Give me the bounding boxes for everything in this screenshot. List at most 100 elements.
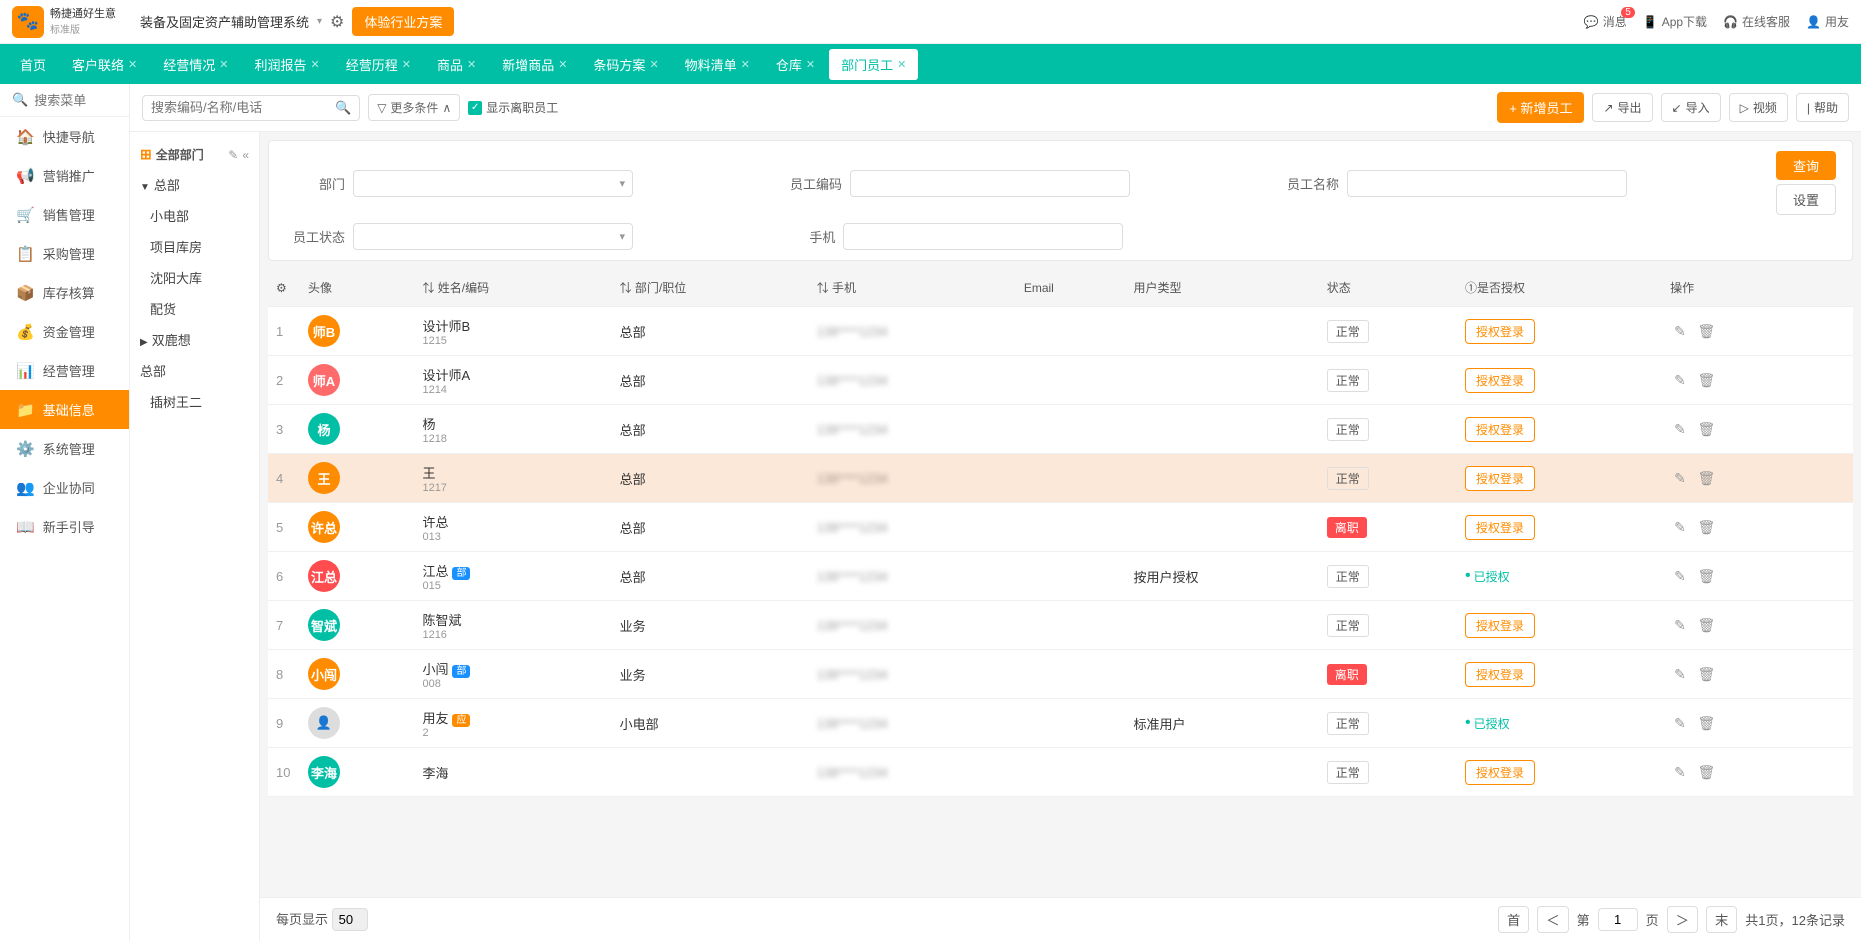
- edit-btn[interactable]: ✎: [1670, 615, 1690, 636]
- edit-btn[interactable]: ✎: [1670, 664, 1690, 685]
- per-page-select[interactable]: 50 100 200: [332, 908, 368, 931]
- dept-item-shuanglu[interactable]: ▶双鹿想: [130, 324, 259, 355]
- tab-goods[interactable]: 商品 ✕: [425, 49, 488, 80]
- tab-employees[interactable]: 部门员工 ✕: [829, 49, 918, 80]
- auth-btn[interactable]: 授权登录: [1465, 760, 1535, 785]
- filter-status-select[interactable]: [353, 223, 633, 250]
- tab-bom[interactable]: 物料清单 ✕: [673, 49, 762, 80]
- edit-btn[interactable]: ✎: [1670, 713, 1690, 734]
- col-phone[interactable]: ⇅ 手机: [809, 269, 1016, 307]
- online-service-btn[interactable]: 🎧 在线客服: [1723, 13, 1790, 30]
- col-dept[interactable]: ⇅ 部门/职位: [612, 269, 809, 307]
- tab-profit[interactable]: 利润报告 ✕: [242, 49, 331, 80]
- dept-item-xiangmu[interactable]: 项目库房: [130, 231, 259, 262]
- edit-btn[interactable]: ✎: [1670, 321, 1690, 342]
- tab-employees-close[interactable]: ✕: [897, 58, 906, 71]
- tab-profit-close[interactable]: ✕: [311, 58, 320, 71]
- help-button[interactable]: | 帮助: [1796, 93, 1849, 122]
- tab-operations[interactable]: 经营情况 ✕: [151, 49, 240, 80]
- dept-edit-btn[interactable]: ✎: [228, 148, 238, 162]
- tab-new-goods[interactable]: 新增商品 ✕: [490, 49, 579, 80]
- tab-goods-close[interactable]: ✕: [467, 58, 476, 71]
- auth-btn[interactable]: 授权登录: [1465, 417, 1535, 442]
- sidebar-item-purchase[interactable]: 📋 采购管理: [0, 234, 129, 273]
- query-button[interactable]: 查询: [1776, 151, 1836, 180]
- tab-barcode-close[interactable]: ✕: [649, 58, 658, 71]
- page-input[interactable]: [1598, 908, 1638, 931]
- filter-emp-code-input[interactable]: [850, 170, 1130, 197]
- system-dropdown-arrow[interactable]: ▾: [317, 16, 322, 27]
- last-page-btn[interactable]: 末: [1706, 906, 1737, 933]
- delete-btn[interactable]: 🗑: [1694, 419, 1720, 440]
- auth-btn[interactable]: 授权登录: [1465, 368, 1535, 393]
- delete-btn[interactable]: 🗑: [1694, 468, 1720, 489]
- export-button[interactable]: ↗ 导出: [1592, 93, 1652, 122]
- tab-history[interactable]: 经营历程 ✕: [334, 49, 423, 80]
- next-page-btn[interactable]: ＞: [1667, 906, 1698, 933]
- delete-btn[interactable]: 🗑: [1694, 713, 1720, 734]
- delete-btn[interactable]: 🗑: [1694, 762, 1720, 783]
- settings-button[interactable]: ⚙: [330, 12, 344, 32]
- tab-history-close[interactable]: ✕: [402, 58, 411, 71]
- tab-warehouse-close[interactable]: ✕: [806, 58, 815, 71]
- auth-btn[interactable]: 授权登录: [1465, 613, 1535, 638]
- delete-btn[interactable]: 🗑: [1694, 321, 1720, 342]
- dept-item-peihuo[interactable]: 配货: [130, 293, 259, 324]
- delete-btn[interactable]: 🗑: [1694, 566, 1720, 587]
- edit-btn[interactable]: ✎: [1670, 517, 1690, 538]
- trial-button[interactable]: 体验行业方案: [352, 7, 454, 36]
- col-settings[interactable]: ⚙: [268, 269, 300, 307]
- show-resigned-toggle[interactable]: ✓ 显示离职员工: [468, 99, 558, 116]
- sidebar-item-finance[interactable]: 💰 资金管理: [0, 312, 129, 351]
- dept-item-zongshu-1[interactable]: ▼总部: [130, 169, 259, 200]
- dept-item-chashuwang[interactable]: 插树王二: [130, 386, 259, 417]
- edit-btn[interactable]: ✎: [1670, 419, 1690, 440]
- dept-item-xiaodibu[interactable]: 小电部: [130, 200, 259, 231]
- sidebar-item-operations[interactable]: 📊 经营管理: [0, 351, 129, 390]
- sidebar-item-system[interactable]: ⚙️ 系统管理: [0, 429, 129, 468]
- set-button[interactable]: 设置: [1776, 184, 1836, 215]
- auth-btn[interactable]: 授权登录: [1465, 319, 1535, 344]
- tab-home[interactable]: 首页: [8, 49, 58, 80]
- auth-btn[interactable]: 授权登录: [1465, 662, 1535, 687]
- sidebar-item-sales[interactable]: 🛒 销售管理: [0, 195, 129, 234]
- auth-btn[interactable]: 授权登录: [1465, 466, 1535, 491]
- sidebar-item-collab[interactable]: 👥 企业协同: [0, 468, 129, 507]
- edit-btn[interactable]: ✎: [1670, 468, 1690, 489]
- more-filter-btn[interactable]: ▽ 更多条件 ∧: [368, 94, 460, 121]
- col-name[interactable]: ⇅ 姓名/编码: [414, 269, 611, 307]
- sidebar-search-input[interactable]: [34, 93, 130, 108]
- tab-customer[interactable]: 客户联络 ✕: [60, 49, 149, 80]
- first-page-btn[interactable]: 首: [1498, 906, 1529, 933]
- prev-page-btn[interactable]: ＜: [1537, 906, 1568, 933]
- user-btn[interactable]: 👤 用友: [1806, 13, 1849, 30]
- sidebar-item-marketing[interactable]: 📢 营销推广: [0, 156, 129, 195]
- delete-btn[interactable]: 🗑: [1694, 370, 1720, 391]
- delete-btn[interactable]: 🗑: [1694, 517, 1720, 538]
- dept-item-zongshu-2[interactable]: 总部: [130, 355, 259, 386]
- sidebar-item-quick-nav[interactable]: 🏠 快捷导航: [0, 117, 129, 156]
- add-employee-button[interactable]: + 新增员工: [1497, 92, 1584, 123]
- filter-emp-name-input[interactable]: [1347, 170, 1627, 197]
- tab-bom-close[interactable]: ✕: [741, 58, 750, 71]
- settings-icon[interactable]: ⚙: [276, 281, 287, 295]
- dept-collapse-btn[interactable]: «: [242, 148, 249, 162]
- video-button[interactable]: ▷ 视频: [1729, 93, 1788, 122]
- sidebar-item-basic-info[interactable]: 📁 基础信息: [0, 390, 129, 429]
- message-btn[interactable]: 💬 消息 5: [1584, 13, 1627, 30]
- filter-dept-select[interactable]: [353, 170, 633, 197]
- tab-operations-close[interactable]: ✕: [219, 58, 228, 71]
- dept-item-shenyang[interactable]: 沈阳大库: [130, 262, 259, 293]
- import-button[interactable]: ↙ 导入: [1661, 93, 1721, 122]
- auth-btn[interactable]: 授权登录: [1465, 515, 1535, 540]
- search-input[interactable]: [151, 100, 331, 115]
- edit-btn[interactable]: ✎: [1670, 762, 1690, 783]
- app-download-btn[interactable]: 📱 App下载: [1643, 13, 1707, 30]
- sidebar-item-guide[interactable]: 📖 新手引导: [0, 507, 129, 546]
- tab-warehouse[interactable]: 仓库 ✕: [764, 49, 827, 80]
- edit-btn[interactable]: ✎: [1670, 370, 1690, 391]
- edit-btn[interactable]: ✎: [1670, 566, 1690, 587]
- tab-new-goods-close[interactable]: ✕: [558, 58, 567, 71]
- tab-barcode[interactable]: 条码方案 ✕: [581, 49, 670, 80]
- show-resigned-checkbox[interactable]: ✓: [468, 101, 482, 115]
